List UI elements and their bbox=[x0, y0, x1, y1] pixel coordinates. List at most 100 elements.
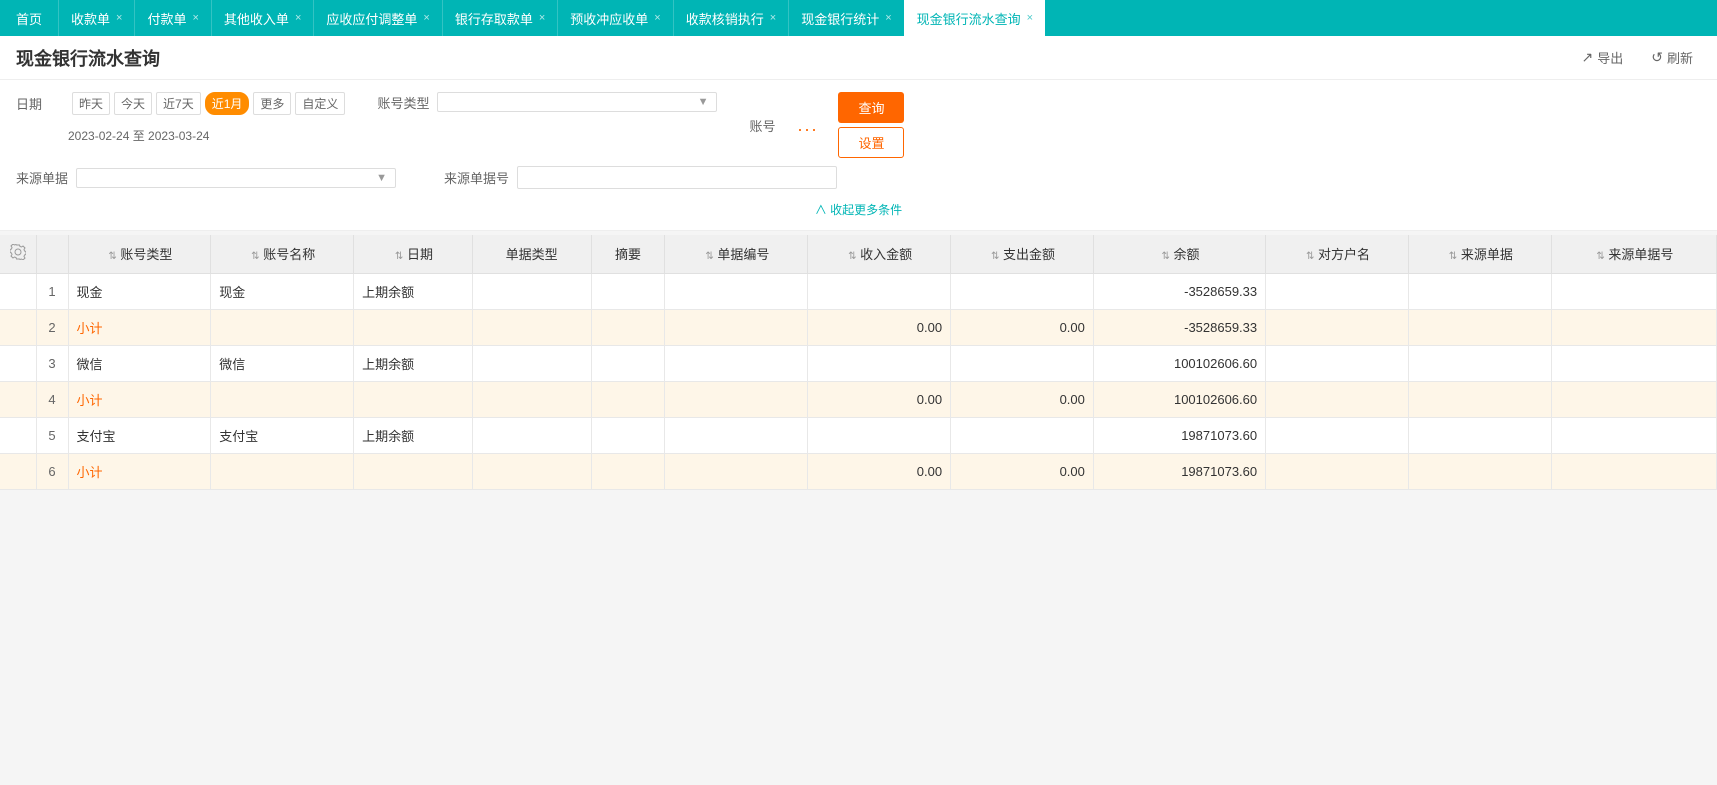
page-title: 现金银行流水查询 bbox=[16, 45, 160, 71]
data-table: ⇅ 账号类型 ⇅ 账号名称 ⇅ 日期 单据类型 摘要 ⇅ bbox=[0, 235, 1717, 490]
close-icon[interactable]: × bbox=[1027, 12, 1033, 24]
table-header-row: ⇅ 账号类型 ⇅ 账号名称 ⇅ 日期 单据类型 摘要 ⇅ bbox=[0, 235, 1717, 273]
cell-source_doc_no bbox=[1551, 273, 1716, 309]
close-icon[interactable]: × bbox=[192, 12, 198, 24]
cell-account_type: 微信 bbox=[68, 345, 211, 381]
source-doc-no-input[interactable] bbox=[517, 166, 837, 189]
close-icon[interactable]: × bbox=[116, 12, 122, 24]
cell-account_name bbox=[211, 381, 354, 417]
nav-tab-fukuandan[interactable]: 付款单 × bbox=[134, 0, 210, 36]
th-source-doc[interactable]: ⇅ 来源单据 bbox=[1408, 235, 1551, 273]
th-date[interactable]: ⇅ 日期 bbox=[354, 235, 473, 273]
query-button[interactable]: 查询 bbox=[838, 92, 904, 123]
nav-tab-yushouzhong[interactable]: 预收冲应收单 × bbox=[557, 0, 672, 36]
cell-source_doc_no bbox=[1551, 417, 1716, 453]
cell-income bbox=[808, 273, 951, 309]
table-row: 4小计0.000.00100102606.60 bbox=[0, 381, 1717, 417]
account-dots-button[interactable]: ... bbox=[797, 115, 818, 136]
close-icon[interactable]: × bbox=[770, 12, 776, 24]
date-1month-btn[interactable]: 近1月 bbox=[205, 92, 250, 115]
cell-counterpart bbox=[1266, 453, 1409, 489]
cell-summary bbox=[591, 381, 665, 417]
account-type-select[interactable]: ▼ bbox=[437, 92, 717, 112]
cell-account_type: 小计 bbox=[68, 381, 211, 417]
th-counterpart[interactable]: ⇅ 对方户名 bbox=[1266, 235, 1409, 273]
cell-account_type: 支付宝 bbox=[68, 417, 211, 453]
settings-button[interactable]: 设置 bbox=[838, 127, 904, 158]
chevron-down-icon: ▼ bbox=[698, 96, 709, 108]
cell-row_num: 1 bbox=[36, 273, 68, 309]
close-icon[interactable]: × bbox=[295, 12, 301, 24]
cell-expense: 0.00 bbox=[951, 453, 1094, 489]
table-row: 2小计0.000.00-3528659.33 bbox=[0, 309, 1717, 345]
th-expense[interactable]: ⇅ 支出金额 bbox=[951, 235, 1094, 273]
cell-row_num: 2 bbox=[36, 309, 68, 345]
date-label: 日期 bbox=[16, 94, 56, 113]
date-range: 2023-02-24 至 2023-03-24 bbox=[68, 129, 209, 143]
cell-balance: 19871073.60 bbox=[1093, 417, 1265, 453]
table-row: 6小计0.000.0019871073.60 bbox=[0, 453, 1717, 489]
cell-expense bbox=[951, 273, 1094, 309]
cell-account_name bbox=[211, 309, 354, 345]
cell-row_num: 3 bbox=[36, 345, 68, 381]
cell-summary bbox=[591, 345, 665, 381]
cell-counterpart bbox=[1266, 345, 1409, 381]
source-doc-select[interactable]: ▼ bbox=[76, 168, 396, 188]
sort-icon: ⇅ bbox=[1596, 251, 1604, 262]
cell-source_doc bbox=[1408, 309, 1551, 345]
cell-counterpart bbox=[1266, 381, 1409, 417]
cell-account_name: 现金 bbox=[211, 273, 354, 309]
refresh-icon: ↺ bbox=[1651, 49, 1663, 66]
date-more-btn[interactable]: 更多 bbox=[253, 92, 291, 115]
account-group: 账号 ... 查询 设置 bbox=[749, 92, 904, 158]
th-income[interactable]: ⇅ 收入金额 bbox=[808, 235, 951, 273]
date-custom-btn[interactable]: 自定义 bbox=[295, 92, 345, 115]
cell-income bbox=[808, 345, 951, 381]
sort-icon: ⇅ bbox=[395, 251, 403, 262]
cell-doc_no bbox=[665, 453, 808, 489]
nav-home[interactable]: 首页 bbox=[0, 0, 58, 36]
cell-source_doc bbox=[1408, 381, 1551, 417]
cell-balance: -3528659.33 bbox=[1093, 309, 1265, 345]
date-yesterday-btn[interactable]: 昨天 bbox=[72, 92, 110, 115]
cell-account_name: 支付宝 bbox=[211, 417, 354, 453]
table-container: ⇅ 账号类型 ⇅ 账号名称 ⇅ 日期 单据类型 摘要 ⇅ bbox=[0, 235, 1717, 490]
cell-row_num: 5 bbox=[36, 417, 68, 453]
cell-doc_type bbox=[472, 381, 591, 417]
close-icon[interactable]: × bbox=[539, 12, 545, 24]
date-7days-btn[interactable]: 近7天 bbox=[156, 92, 201, 115]
cell-summary bbox=[591, 273, 665, 309]
nav-tab-xianjinyinhangliushui[interactable]: 现金银行流水查询 × bbox=[904, 0, 1045, 36]
table-body: 1现金现金上期余额-3528659.332小计0.000.00-3528659.… bbox=[0, 273, 1717, 489]
cell-source_doc_no bbox=[1551, 345, 1716, 381]
cell-source_doc_no bbox=[1551, 381, 1716, 417]
cell-gear bbox=[0, 417, 36, 453]
cell-summary bbox=[591, 453, 665, 489]
close-icon[interactable]: × bbox=[885, 12, 891, 24]
th-doc-no[interactable]: ⇅ 单据编号 bbox=[665, 235, 808, 273]
th-account-type[interactable]: ⇅ 账号类型 bbox=[68, 235, 211, 273]
th-account-name[interactable]: ⇅ 账号名称 bbox=[211, 235, 354, 273]
cell-balance: 100102606.60 bbox=[1093, 345, 1265, 381]
th-gear[interactable] bbox=[0, 235, 36, 273]
collapse-bar[interactable]: ∧ 收起更多条件 bbox=[16, 197, 1701, 218]
refresh-button[interactable]: ↺ 刷新 bbox=[1643, 44, 1701, 71]
export-button[interactable]: ↗ 导出 bbox=[1574, 44, 1632, 71]
nav-tab-yingshouyingfu[interactable]: 应收应付调整单 × bbox=[313, 0, 441, 36]
cell-account_name: 微信 bbox=[211, 345, 354, 381]
nav-tab-shoukuandan[interactable]: 收款单 × bbox=[58, 0, 134, 36]
nav-tab-qitashouruden[interactable]: 其他收入单 × bbox=[211, 0, 313, 36]
th-balance[interactable]: ⇅ 余额 bbox=[1093, 235, 1265, 273]
header-actions: ↗ 导出 ↺ 刷新 bbox=[1574, 44, 1702, 71]
cell-gear bbox=[0, 381, 36, 417]
nav-tab-xianjinyinhangtongjia[interactable]: 现金银行统计 × bbox=[788, 0, 903, 36]
close-icon[interactable]: × bbox=[423, 12, 429, 24]
close-icon[interactable]: × bbox=[654, 12, 660, 24]
nav-tab-shoukuanhexiao[interactable]: 收款核销执行 × bbox=[673, 0, 788, 36]
nav-tab-yinhangcunqu[interactable]: 银行存取款单 × bbox=[442, 0, 557, 36]
date-today-btn[interactable]: 今天 bbox=[114, 92, 152, 115]
date-shortcuts: 昨天 今天 近7天 近1月 更多 自定义 bbox=[72, 92, 345, 115]
th-source-doc-no[interactable]: ⇅ 来源单据号 bbox=[1551, 235, 1716, 273]
cell-doc_type bbox=[472, 417, 591, 453]
cell-date bbox=[354, 309, 473, 345]
